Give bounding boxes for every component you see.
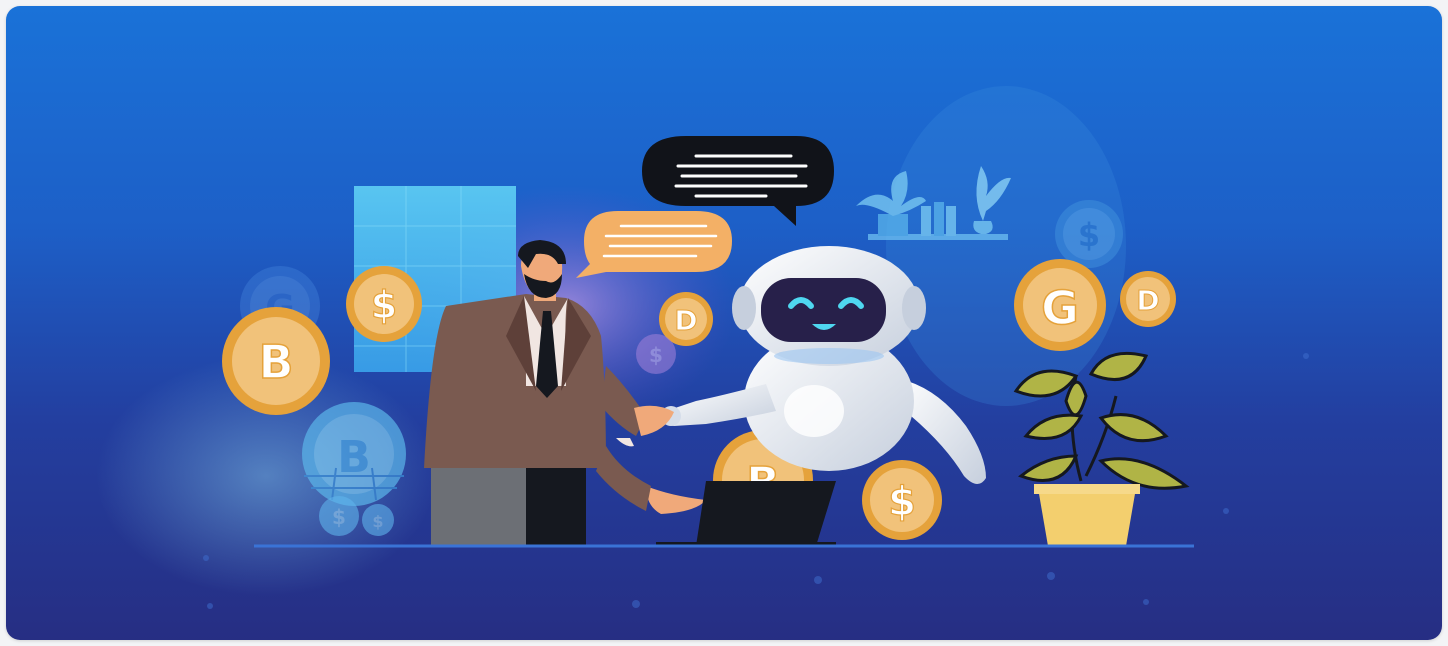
svg-text:$: $: [649, 343, 663, 367]
svg-text:D: D: [1136, 284, 1159, 317]
dollar-coin-icon: $: [346, 266, 422, 342]
illustration-card: $ G B $ D $ G D B: [6, 6, 1442, 640]
svg-text:$: $: [372, 512, 383, 531]
ai-handshake-illustration: $ G B $ D $ G D B: [96, 86, 1309, 609]
svg-text:$: $: [332, 505, 346, 529]
svg-text:$: $: [888, 479, 916, 525]
svg-text:D: D: [674, 304, 697, 337]
svg-text:$: $: [371, 283, 397, 327]
bitcoin-globe-icon: B: [302, 402, 406, 506]
speech-bubble-orange: [576, 211, 732, 278]
laptop: [656, 481, 836, 547]
potted-plant: [1013, 351, 1190, 546]
bitcoin-coin-icon: B: [222, 307, 330, 415]
dollar-coin-icon: $: [862, 460, 942, 540]
gold-coin-icon: G: [1014, 259, 1106, 351]
dollar-coin-icon: $: [636, 334, 676, 374]
svg-text:G: G: [1041, 281, 1079, 335]
dogecoin-coin-icon: D: [1120, 271, 1176, 327]
dollar-coin-icon: $: [1055, 200, 1123, 268]
svg-text:B: B: [258, 335, 293, 389]
svg-text:$: $: [1078, 216, 1100, 254]
